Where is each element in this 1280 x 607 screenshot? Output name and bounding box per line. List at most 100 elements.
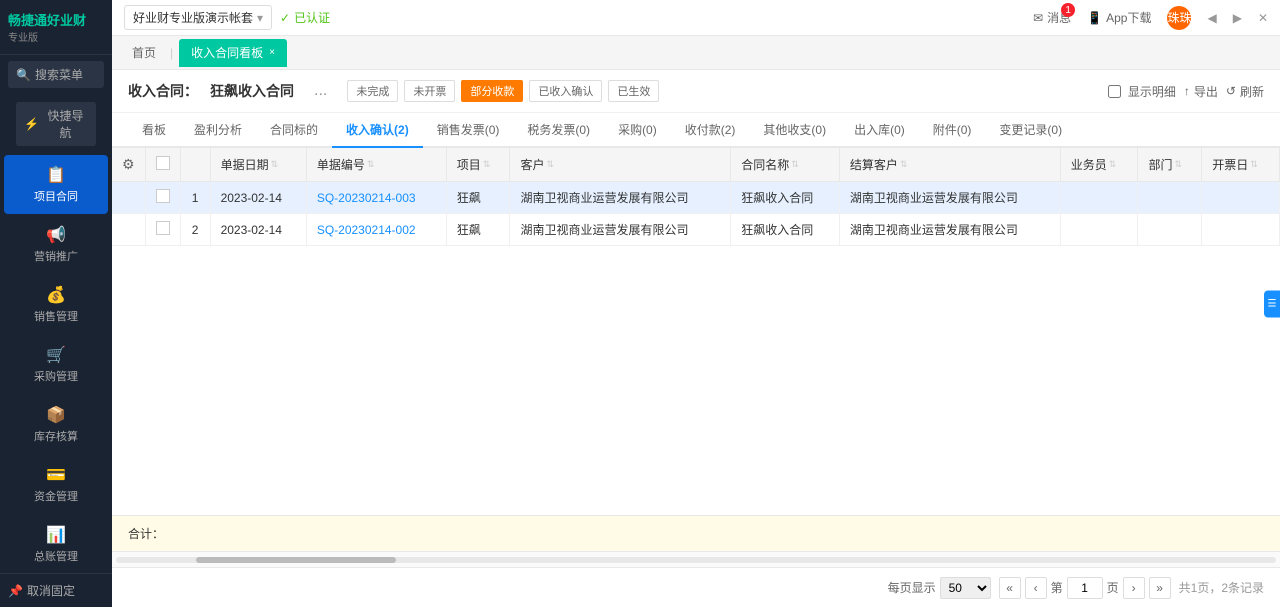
status-tags: 未完成 未开票 部分收款 已收入确认 已生效: [347, 80, 659, 102]
row-contract: 狂飙收入合同: [731, 182, 840, 214]
status-partial-receipt[interactable]: 部分收款: [461, 80, 523, 102]
sidebar-item-marketing[interactable]: 📢 营销推广: [4, 215, 108, 274]
message-button[interactable]: ✉ 1 消息: [1033, 9, 1071, 26]
column-settings-icon[interactable]: ⚙: [122, 156, 135, 172]
search-menu-label: 搜索菜单: [35, 66, 83, 83]
contract-prefix: 收入合同：: [128, 81, 198, 101]
select-all-column[interactable]: [145, 148, 180, 182]
sidebar-item-funds[interactable]: 💳 资金管理: [4, 455, 108, 514]
row-order-no[interactable]: SQ-20230214-002: [306, 214, 446, 246]
scrollbar-thumb[interactable]: [196, 557, 396, 563]
show-detail-input[interactable]: [1108, 85, 1121, 98]
home-tab[interactable]: 首页: [124, 44, 164, 61]
select-all-checkbox[interactable]: [156, 156, 170, 170]
row-dept: [1138, 182, 1202, 214]
date-column-header[interactable]: 单据日期⇅: [210, 148, 306, 182]
status-uninvoiced[interactable]: 未开票: [404, 80, 455, 102]
settings-column-header[interactable]: ⚙: [112, 148, 145, 182]
sidebar-item-purchase[interactable]: 🛒 采购管理: [4, 335, 108, 394]
order-no-link[interactable]: SQ-20230214-002: [317, 223, 416, 237]
active-tab-label: 收入合同看板: [191, 44, 263, 61]
export-icon: ↑: [1184, 84, 1190, 98]
customer-column-header[interactable]: 客户⇅: [510, 148, 731, 182]
verified-label: 已认证: [294, 9, 330, 26]
salesman-column-header[interactable]: 业务员⇅: [1060, 148, 1138, 182]
row-order-no[interactable]: SQ-20230214-003: [306, 182, 446, 214]
tab-sales-invoice[interactable]: 销售发票(0): [423, 113, 514, 148]
tab-change-log[interactable]: 变更记录(0): [985, 113, 1076, 148]
row-settings: [112, 214, 145, 246]
horizontal-scrollbar[interactable]: [112, 551, 1280, 567]
next-page-button[interactable]: ›: [1123, 577, 1145, 599]
sidebar-unpin-button[interactable]: 📌 取消固定: [0, 573, 112, 607]
tab-payment[interactable]: 收付款(2): [671, 113, 750, 148]
sidebar-item-project-contract[interactable]: 📋 项目合同: [4, 155, 108, 214]
row-date: 2023-02-14: [210, 214, 306, 246]
sidebar-item-sales[interactable]: 💰 销售管理: [4, 275, 108, 334]
status-incomplete[interactable]: 未完成: [347, 80, 398, 102]
project-column-header[interactable]: 项目⇅: [446, 148, 510, 182]
row-settlement-customer: 湖南卫视商业运营发展有限公司: [839, 214, 1060, 246]
row-select-checkbox[interactable]: [156, 189, 170, 203]
tab-attachments[interactable]: 附件(0): [919, 113, 986, 148]
active-tab[interactable]: 收入合同看板 ×: [179, 39, 287, 67]
topbar-nav-prev[interactable]: ◀: [1207, 11, 1216, 25]
table-row[interactable]: 1 2023-02-14 SQ-20230214-003 狂飙 湖南卫视商业运营…: [112, 182, 1280, 214]
contract-column-header[interactable]: 合同名称⇅: [731, 148, 840, 182]
sidebar-item-label: 销售管理: [34, 308, 78, 324]
scrollbar-track[interactable]: [116, 557, 1276, 563]
prev-page-button[interactable]: ‹: [1025, 577, 1047, 599]
export-button[interactable]: ↑ 导出: [1184, 83, 1218, 100]
settlement-customer-column-header[interactable]: 结算客户⇅: [839, 148, 1060, 182]
tab-other-income[interactable]: 其他收支(0): [749, 113, 840, 148]
row-customer: 湖南卫视商业运营发展有限公司: [510, 182, 731, 214]
status-effective[interactable]: 已生效: [608, 80, 659, 102]
sidebar-item-ledger[interactable]: 📊 总账管理: [4, 515, 108, 573]
last-page-button[interactable]: »: [1149, 577, 1171, 599]
quick-nav-button[interactable]: ⚡ 快捷导航: [16, 102, 96, 146]
tab-kanban[interactable]: 看板: [128, 113, 180, 148]
user-avatar[interactable]: 珠珠: [1167, 6, 1191, 30]
show-detail-checkbox[interactable]: 显示明细: [1108, 83, 1176, 100]
search-menu-button[interactable]: 🔍 搜索菜单: [8, 61, 104, 88]
tab-contract-items[interactable]: 合同标的: [256, 113, 332, 148]
page-input[interactable]: [1067, 577, 1103, 599]
dept-column-header[interactable]: 部门⇅: [1138, 148, 1202, 182]
data-table: ⚙ 单据日期⇅ 单据编号⇅ 项目⇅ 客户⇅ 合同名称⇅ 结算客户⇅ 业务员⇅ 部…: [112, 148, 1280, 246]
tab-revenue-confirm[interactable]: 收入确认(2): [332, 113, 423, 148]
company-selector[interactable]: 好业财专业版演示帐套 ▾: [124, 5, 272, 30]
invoice-date-column-header[interactable]: 开票日⇅: [1202, 148, 1280, 182]
table-row[interactable]: 2 2023-02-14 SQ-20230214-002 狂飙 湖南卫视商业运营…: [112, 214, 1280, 246]
tab-close-button[interactable]: ×: [269, 47, 275, 58]
sidebar-item-label: 资金管理: [34, 488, 78, 504]
row-salesman: [1060, 182, 1138, 214]
contract-more-button[interactable]: ...: [314, 82, 327, 100]
page-size-selector[interactable]: 每页显示 50 100 200: [888, 577, 991, 599]
sidebar-item-label: 采购管理: [34, 368, 78, 384]
main-area: 好业财专业版演示帐套 ▾ ✓ 已认证 ✉ 1 消息 📱 App下载 珠珠 ◀: [112, 0, 1280, 607]
sidebar-search-area: 🔍 搜索菜单: [0, 55, 112, 94]
tab-profit[interactable]: 盈利分析: [180, 113, 256, 148]
tab-tax-invoice[interactable]: 税务发票(0): [513, 113, 604, 148]
refresh-label: 刷新: [1240, 83, 1264, 100]
row-select-checkbox[interactable]: [156, 221, 170, 235]
tab-warehouse[interactable]: 出入库(0): [840, 113, 919, 148]
status-confirmed[interactable]: 已收入确认: [529, 80, 602, 102]
app-download-label: App下载: [1106, 9, 1151, 26]
tab-purchase[interactable]: 采购(0): [604, 113, 671, 148]
first-page-button[interactable]: «: [999, 577, 1021, 599]
sort-salesman-icon: ⇅: [1109, 159, 1117, 170]
row-checkbox[interactable]: [145, 214, 180, 246]
right-panel-toggle[interactable]: ☰: [1264, 290, 1280, 317]
refresh-button[interactable]: ↺ 刷新: [1226, 83, 1264, 100]
sidebar-item-inventory[interactable]: 📦 库存核算: [4, 395, 108, 454]
order-no-link[interactable]: SQ-20230214-003: [317, 191, 416, 205]
order-no-column-header[interactable]: 单据编号⇅: [306, 148, 446, 182]
app-download-button[interactable]: 📱 App下载: [1087, 9, 1151, 26]
sort-dept-icon: ⇅: [1174, 159, 1182, 170]
page-size-select[interactable]: 50 100 200: [940, 577, 991, 599]
row-checkbox[interactable]: [145, 182, 180, 214]
topbar-nav-next[interactable]: ▶: [1233, 11, 1242, 25]
table-footer: 合计：: [112, 515, 1280, 551]
topbar-close[interactable]: ✕: [1258, 11, 1268, 25]
